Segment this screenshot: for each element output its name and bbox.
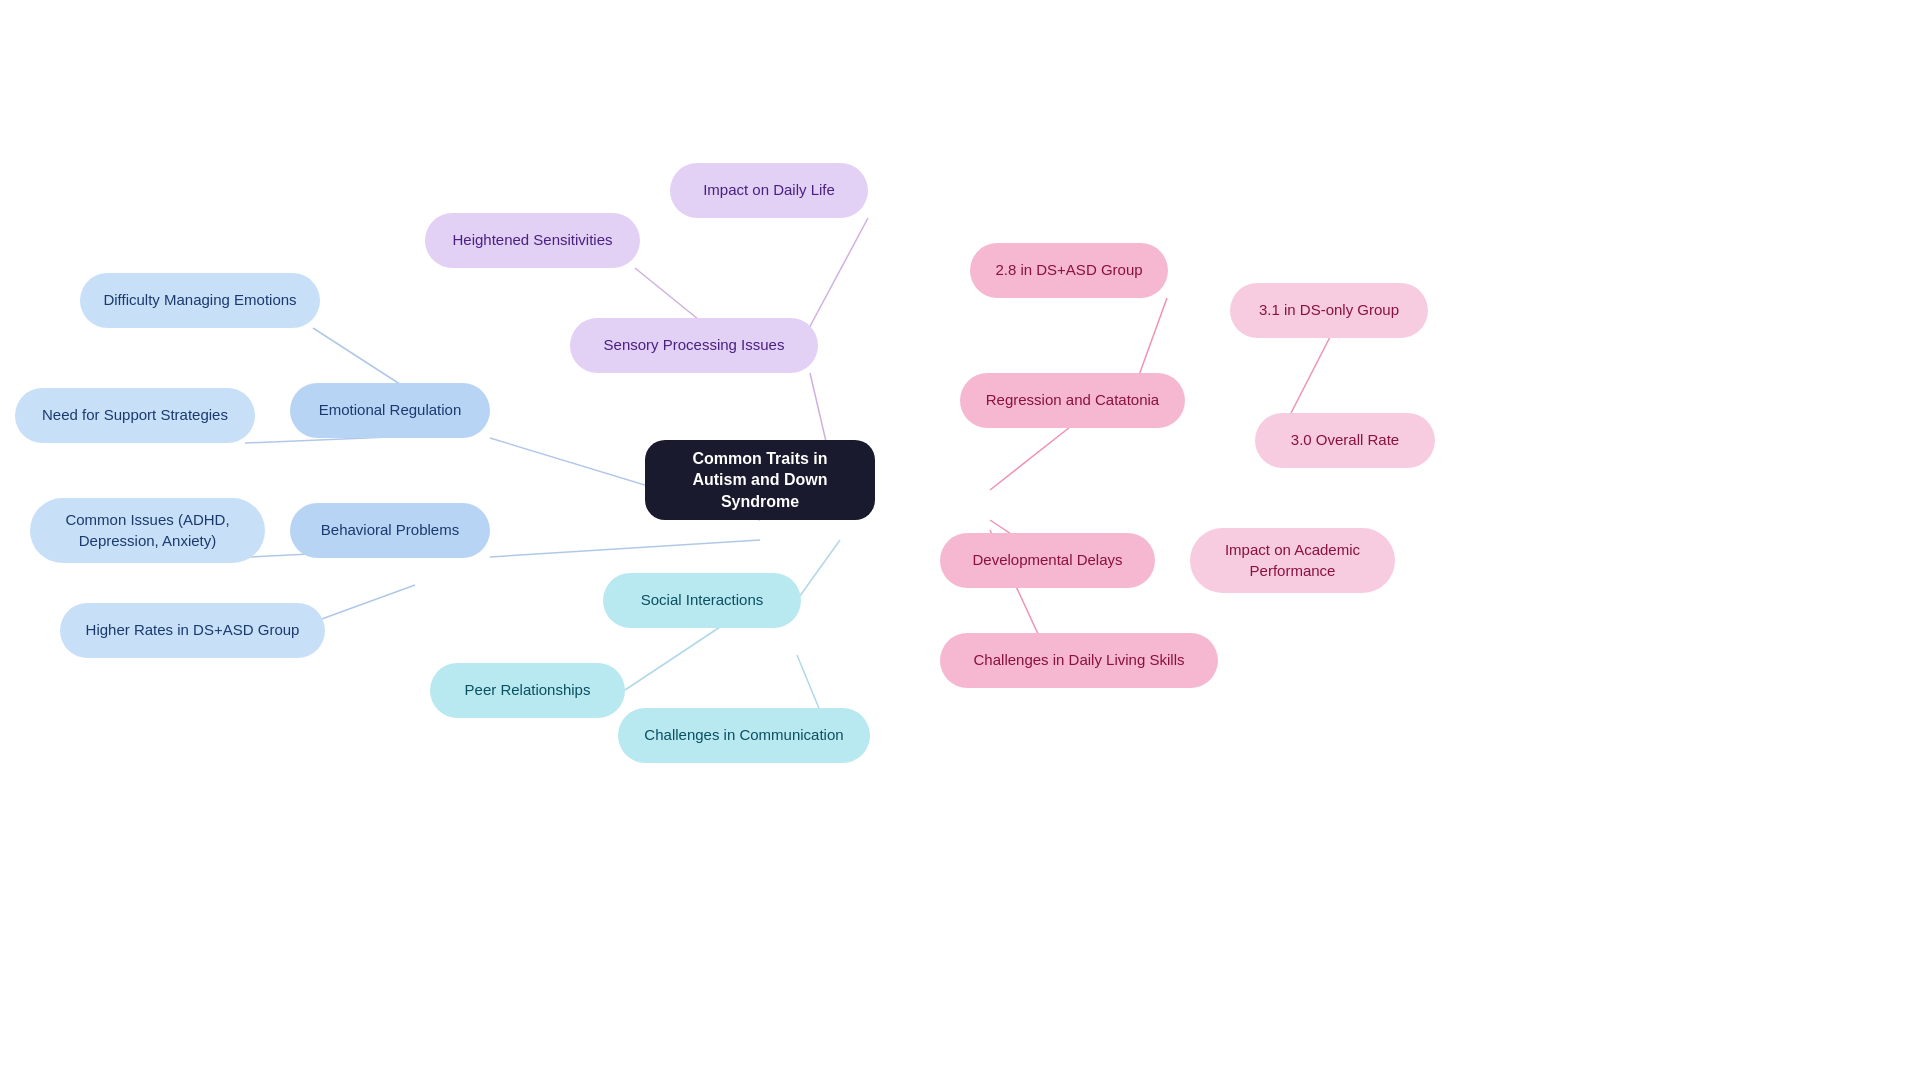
ds-only-group-node: 3.1 in DS-only Group (1230, 283, 1428, 338)
common-issues-node: Common Issues (ADHD, Depression, Anxiety… (30, 498, 265, 563)
behavioral-problems-node: Behavioral Problems (290, 503, 490, 558)
peer-relationships-label: Peer Relationships (465, 680, 591, 700)
higher-rates-label: Higher Rates in DS+ASD Group (86, 620, 300, 640)
heightened-sensitivities-node: Heightened Sensitivities (425, 213, 640, 268)
center-node: Common Traits in Autism and Down Syndrom… (645, 440, 875, 520)
svg-line-12 (990, 427, 1070, 490)
developmental-delays-label: Developmental Delays (972, 550, 1122, 570)
social-interactions-label: Social Interactions (641, 590, 764, 610)
overall-rate-label: 3.0 Overall Rate (1291, 430, 1399, 450)
difficulty-managing-label: Difficulty Managing Emotions (103, 290, 296, 310)
ds-only-group-label: 3.1 in DS-only Group (1259, 300, 1399, 320)
svg-line-14 (1290, 337, 1330, 415)
svg-line-9 (797, 540, 840, 600)
ds-asd-group-label: 2.8 in DS+ASD Group (995, 260, 1142, 280)
impact-academic-label: Impact on Academic Performance (1212, 540, 1373, 581)
higher-rates-node: Higher Rates in DS+ASD Group (60, 603, 325, 658)
need-support-label: Need for Support Strategies (42, 405, 228, 425)
center-label: Common Traits in Autism and Down Syndrom… (673, 448, 847, 513)
peer-relationships-node: Peer Relationships (430, 663, 625, 718)
regression-catatonia-label: Regression and Catatonia (986, 390, 1159, 410)
overall-rate-node: 3.0 Overall Rate (1255, 413, 1435, 468)
ds-asd-group-node: 2.8 in DS+ASD Group (970, 243, 1168, 298)
challenges-communication-node: Challenges in Communication (618, 708, 870, 763)
social-interactions-node: Social Interactions (603, 573, 801, 628)
emotional-regulation-node: Emotional Regulation (290, 383, 490, 438)
impact-academic-node: Impact on Academic Performance (1190, 528, 1395, 593)
heightened-sensitivities-label: Heightened Sensitivities (452, 230, 612, 250)
impact-daily-life-node: Impact on Daily Life (670, 163, 868, 218)
challenges-communication-label: Challenges in Communication (644, 725, 843, 745)
emotional-regulation-label: Emotional Regulation (319, 400, 462, 420)
impact-daily-life-label: Impact on Daily Life (703, 180, 835, 200)
developmental-delays-node: Developmental Delays (940, 533, 1155, 588)
behavioral-problems-label: Behavioral Problems (321, 520, 459, 540)
svg-line-10 (625, 627, 720, 690)
regression-catatonia-node: Regression and Catatonia (960, 373, 1185, 428)
need-support-node: Need for Support Strategies (15, 388, 255, 443)
svg-line-3 (490, 540, 760, 557)
difficulty-managing-node: Difficulty Managing Emotions (80, 273, 320, 328)
sensory-processing-node: Sensory Processing Issues (570, 318, 818, 373)
common-issues-label: Common Issues (ADHD, Depression, Anxiety… (52, 510, 243, 551)
challenges-daily-living-label: Challenges in Daily Living Skills (974, 650, 1185, 670)
sensory-processing-label: Sensory Processing Issues (604, 335, 785, 355)
challenges-daily-living-node: Challenges in Daily Living Skills (940, 633, 1218, 688)
